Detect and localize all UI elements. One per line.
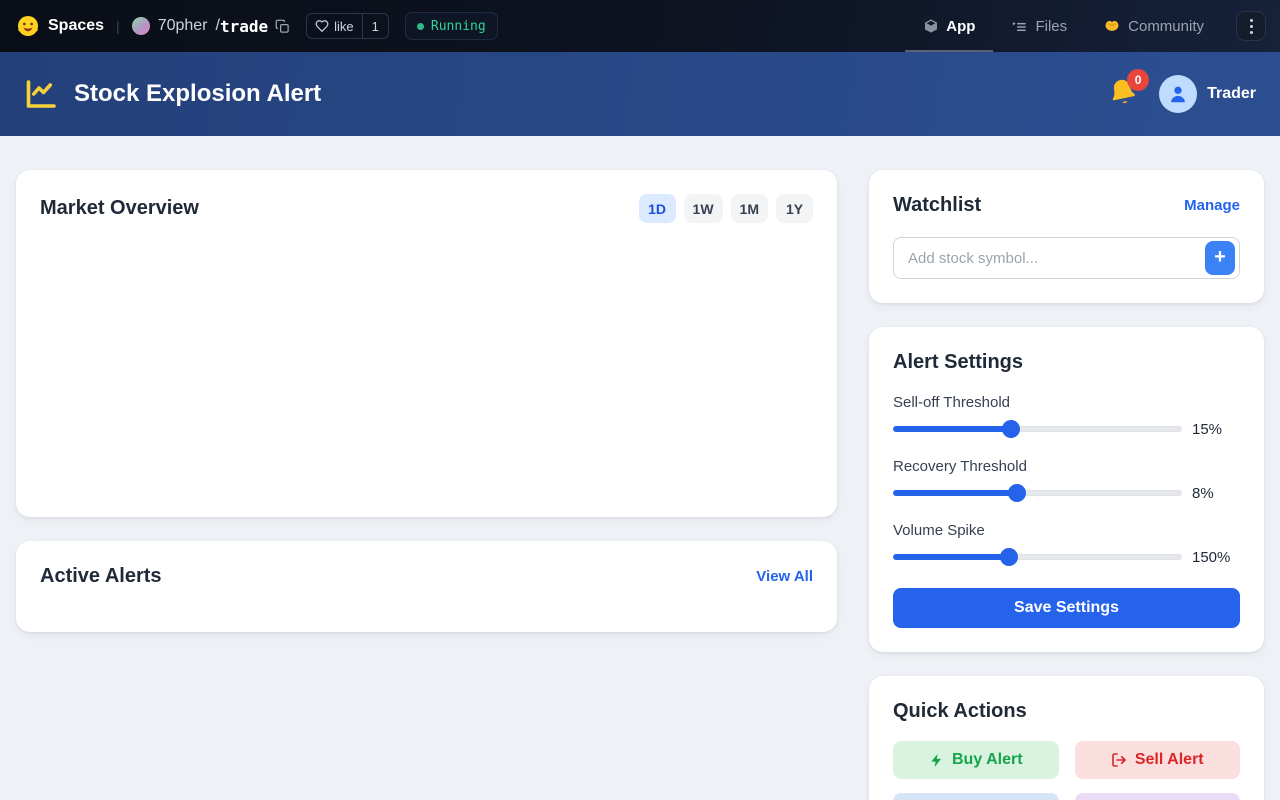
volume-spike-slider[interactable] bbox=[893, 548, 1182, 566]
tab-community-label: Community bbox=[1128, 17, 1204, 35]
selloff-threshold-label: Sell-off Threshold bbox=[893, 394, 1011, 411]
watchlist-card: Watchlist Manage + bbox=[869, 170, 1264, 303]
repo-owner-avatar[interactable] bbox=[131, 17, 150, 35]
file-tree-icon bbox=[1011, 18, 1028, 35]
market-overview-title: Market Overview bbox=[40, 197, 199, 219]
right-column: Watchlist Manage + Alert Settings Sell-o… bbox=[869, 170, 1264, 800]
kebab-dot bbox=[1249, 30, 1253, 34]
quick-actions-card: Quick Actions Buy Alert Sell Alert bbox=[869, 676, 1264, 800]
sell-exit-arrow-icon bbox=[1111, 752, 1127, 768]
running-status-dot-icon bbox=[416, 22, 424, 30]
market-chart-area bbox=[40, 223, 813, 473]
range-button-1y[interactable]: 1Y bbox=[776, 194, 813, 223]
slider-thumb[interactable] bbox=[999, 548, 1018, 566]
tab-app-underline bbox=[905, 50, 994, 52]
watchlist-title: Watchlist bbox=[893, 194, 982, 216]
username: Trader bbox=[1207, 85, 1256, 102]
chart-line-icon bbox=[24, 76, 60, 112]
view-all-link[interactable]: View All bbox=[756, 568, 813, 585]
app-header: Stock Explosion Alert 0 Trader bbox=[0, 52, 1280, 136]
slider-fill bbox=[893, 426, 1012, 432]
volume-spike-group: Volume Spike 150% bbox=[893, 522, 1240, 566]
save-settings-button[interactable]: Save Settings bbox=[893, 588, 1240, 628]
heart-icon bbox=[315, 19, 329, 33]
user-avatar bbox=[1159, 75, 1198, 113]
alert-settings-title: Alert Settings bbox=[893, 351, 1024, 373]
copy-repo-name-icon[interactable] bbox=[275, 19, 290, 34]
quick-action-button-partial[interactable] bbox=[1074, 793, 1240, 800]
kebab-menu-button[interactable] bbox=[1236, 11, 1266, 41]
tab-files-label: Files bbox=[1035, 17, 1068, 35]
cube-icon bbox=[923, 18, 939, 34]
spaces-topbar: Spaces | 70pher / trade like 1 Running A… bbox=[0, 0, 1280, 52]
like-count[interactable]: 1 bbox=[361, 14, 388, 38]
quick-actions-grid: Buy Alert Sell Alert bbox=[893, 741, 1240, 800]
selloff-threshold-value: 15% bbox=[1192, 420, 1223, 438]
volume-spike-row: 150% bbox=[893, 548, 1240, 566]
range-button-1m[interactable]: 1M bbox=[730, 194, 768, 223]
selloff-threshold-row: 15% bbox=[893, 420, 1240, 438]
running-status-label: Running bbox=[430, 18, 486, 34]
quick-actions-title: Quick Actions bbox=[893, 700, 1027, 722]
tab-app-label: App bbox=[946, 17, 976, 35]
sell-alert-label: Sell Alert bbox=[1134, 751, 1204, 768]
active-alerts-card: Active Alerts View All bbox=[16, 541, 837, 632]
tab-app[interactable]: App bbox=[905, 0, 994, 52]
topbar-left: Spaces | 70pher / trade like 1 Running bbox=[16, 0, 919, 52]
slider-thumb[interactable] bbox=[1008, 484, 1027, 502]
volume-spike-label: Volume Spike bbox=[893, 522, 985, 539]
slider-fill bbox=[893, 554, 1009, 560]
community-hands-icon bbox=[1103, 17, 1121, 35]
topbar-tabs: App Files Community bbox=[905, 0, 1266, 52]
lightning-bolt-icon bbox=[929, 753, 944, 768]
sell-alert-button[interactable]: Sell Alert bbox=[1074, 741, 1240, 779]
user-menu[interactable]: Trader bbox=[1159, 75, 1256, 113]
alert-settings-card: Alert Settings Sell-off Threshold 15% Re… bbox=[869, 327, 1264, 652]
recovery-threshold-label: Recovery Threshold bbox=[893, 458, 1027, 475]
volume-spike-value: 150% bbox=[1192, 548, 1231, 566]
like-widget: like 1 bbox=[306, 13, 389, 39]
manage-link[interactable]: Manage bbox=[1184, 197, 1240, 214]
active-alerts-header: Active Alerts View All bbox=[40, 565, 813, 588]
repo-owner[interactable]: 70pher bbox=[158, 17, 208, 35]
recovery-threshold-row: 8% bbox=[893, 484, 1240, 502]
kebab-dot bbox=[1249, 18, 1253, 22]
range-button-1d[interactable]: 1D bbox=[638, 194, 676, 223]
spaces-brand[interactable]: Spaces bbox=[48, 17, 104, 35]
add-symbol-row: + bbox=[893, 237, 1240, 279]
like-label: like bbox=[334, 18, 354, 34]
active-alerts-title: Active Alerts bbox=[40, 565, 162, 587]
left-column: Market Overview 1D 1W 1M 1Y Active Alert… bbox=[16, 170, 837, 632]
buy-alert-label: Buy Alert bbox=[951, 751, 1023, 768]
topbar-divider: | bbox=[116, 18, 120, 34]
buy-alert-button[interactable]: Buy Alert bbox=[893, 741, 1059, 779]
like-button[interactable]: like bbox=[307, 14, 362, 38]
market-overview-card: Market Overview 1D 1W 1M 1Y bbox=[16, 170, 837, 517]
page-title: Stock Explosion Alert bbox=[74, 80, 322, 107]
selloff-threshold-group: Sell-off Threshold 15% bbox=[893, 394, 1240, 438]
slider-thumb[interactable] bbox=[1002, 420, 1021, 438]
range-button-1w[interactable]: 1W bbox=[683, 194, 723, 223]
add-symbol-button[interactable]: + bbox=[1205, 241, 1235, 275]
stock-symbol-input[interactable] bbox=[893, 237, 1240, 279]
repo-name[interactable]: trade bbox=[220, 17, 268, 36]
notifications-button[interactable]: 0 bbox=[1107, 69, 1150, 111]
tab-files[interactable]: Files bbox=[1007, 0, 1071, 52]
quick-action-button-partial[interactable] bbox=[893, 793, 1059, 800]
recovery-threshold-slider[interactable] bbox=[893, 484, 1182, 502]
selloff-threshold-slider[interactable] bbox=[893, 420, 1182, 438]
running-status-badge[interactable]: Running bbox=[404, 12, 498, 40]
main-content: Market Overview 1D 1W 1M 1Y Active Alert… bbox=[0, 136, 1280, 800]
recovery-threshold-group: Recovery Threshold 8% bbox=[893, 458, 1240, 502]
market-overview-header: Market Overview 1D 1W 1M 1Y bbox=[40, 194, 813, 223]
kebab-dot bbox=[1249, 24, 1253, 28]
notification-count-badge: 0 bbox=[1127, 69, 1150, 91]
recovery-threshold-value: 8% bbox=[1192, 484, 1214, 502]
tab-community[interactable]: Community bbox=[1099, 0, 1208, 52]
slider-fill bbox=[893, 490, 1018, 496]
watchlist-header: Watchlist Manage bbox=[893, 194, 1240, 217]
header-right: 0 Trader bbox=[1107, 69, 1256, 113]
time-range-selector: 1D 1W 1M 1Y bbox=[638, 194, 813, 223]
huggingface-logo-icon[interactable] bbox=[16, 14, 40, 38]
